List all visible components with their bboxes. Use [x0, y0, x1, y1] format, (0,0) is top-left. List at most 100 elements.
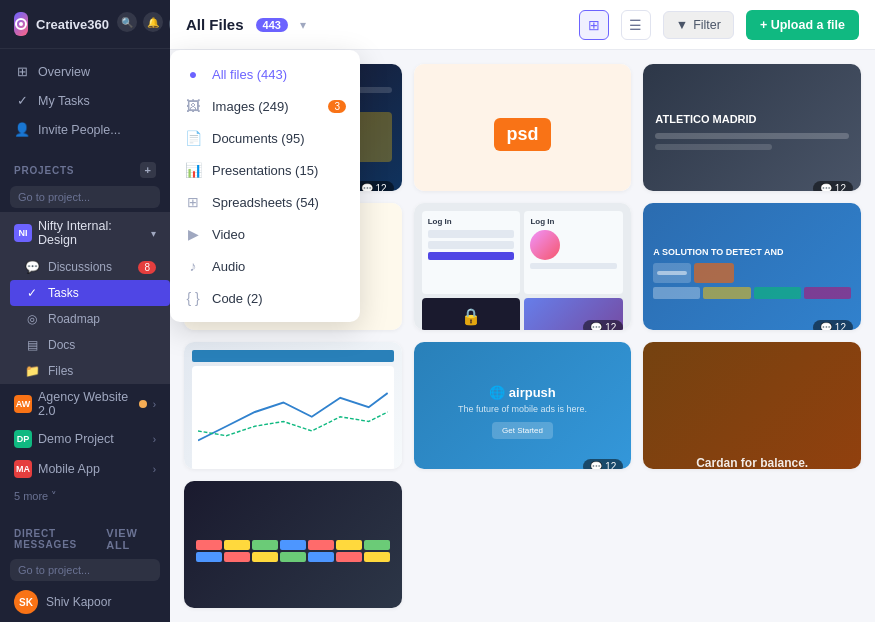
- file-card-ico-landing[interactable]: A SOLUTION TO DETECT AND 💬 12 ICO-Landin…: [643, 203, 861, 330]
- sidebar-header-icons: 🔍 🔔 U: [117, 12, 170, 36]
- dropdown-item-label: Audio: [212, 259, 245, 274]
- nifty-project-name: Nifty Internal: Design: [38, 219, 145, 247]
- sidebar-item-overview[interactable]: ⊞ Overview: [0, 57, 170, 86]
- video-icon: ▶: [184, 226, 202, 242]
- psd-icon: psd: [494, 118, 550, 151]
- sidebar-item-mobile-app[interactable]: MA Mobile App ›: [0, 454, 170, 484]
- nifty-project: NI Nifty Internal: Design ▾ 💬 Discussion…: [0, 212, 170, 384]
- nifty-project-avatar: NI: [14, 224, 32, 242]
- dropdown-item-presentations[interactable]: 📊 Presentations (15): [170, 154, 360, 186]
- sidebar-item-roadmap[interactable]: ◎ Roadmap: [10, 306, 170, 332]
- dropdown-item-images[interactable]: 🖼 Images (249) 3: [170, 90, 360, 122]
- sidebar-item-docs[interactable]: ▤ Docs: [10, 332, 170, 358]
- sidebar-item-label: Discussions: [48, 260, 112, 274]
- nifty-chevron-icon: ▾: [151, 228, 156, 239]
- dropdown-item-spreadsheets[interactable]: ⊞ Spreadsheets (54): [170, 186, 360, 218]
- filter-button[interactable]: ▼ Filter: [663, 11, 734, 39]
- list-view-button[interactable]: ☰: [621, 10, 651, 40]
- main-nav: ⊞ Overview ✓ My Tasks 👤 Invite People...: [0, 49, 170, 152]
- shiv-name: Shiv Kapoor: [46, 595, 111, 609]
- dropdown-item-label: Code (2): [212, 291, 263, 306]
- dropdown-item-video[interactable]: ▶ Video: [170, 218, 360, 250]
- sidebar-item-agency-website[interactable]: AW Agency Website 2.0 ›: [0, 384, 170, 424]
- sidebar-item-files[interactable]: 📁 Files: [10, 358, 170, 384]
- sidebar-item-demo-project[interactable]: DP Demo Project ›: [0, 424, 170, 454]
- docs-icon: ▤: [24, 338, 40, 352]
- dropdown-item-audio[interactable]: ♪ Audio: [170, 250, 360, 282]
- direct-messages-section: DIRECT MESSAGES View all SK Shiv Kapoor …: [0, 517, 170, 622]
- upload-button[interactable]: + Upload a file: [746, 10, 859, 40]
- sidebar-item-label: Overview: [38, 65, 90, 79]
- discussions-badge: 8: [138, 261, 156, 274]
- agency-project-name: Agency Website 2.0: [38, 390, 133, 418]
- files-icon: 📁: [24, 364, 40, 378]
- dropdown-item-label: Images (249): [212, 99, 289, 114]
- invite-icon: 👤: [14, 122, 30, 137]
- file-card-cardan[interactable]: Cardan for balance. Cardan for balance.: [643, 342, 861, 469]
- nifty-project-header[interactable]: NI Nifty Internal: Design ▾: [0, 212, 170, 254]
- dropdown-item-code[interactable]: { } Code (2): [170, 282, 360, 314]
- project-search-input[interactable]: [10, 186, 160, 208]
- view-all-dm[interactable]: View all: [106, 527, 156, 551]
- sidebar-item-discussions[interactable]: 💬 Discussions 8: [10, 254, 170, 280]
- project-search: [0, 182, 170, 212]
- shiv-avatar: SK: [14, 590, 38, 614]
- filter-label: Filter: [693, 18, 721, 32]
- file-card-ios-ux[interactable]: psd ios-ux-designs.psd Today by Sky C. •…: [414, 64, 632, 191]
- sidebar-header: Creative360 🔍 🔔 U: [0, 0, 170, 49]
- file-card-ads-onboarding[interactable]: 🌐 airpush The future of mobile ads is he…: [414, 342, 632, 469]
- file-card-ads-dashboard[interactable]: ads-dashboard-analytics.jpg Yesterday by…: [184, 342, 402, 469]
- sidebar-item-invite[interactable]: 👤 Invite People...: [0, 115, 170, 144]
- comment-count: 💬 12: [583, 320, 623, 330]
- show-more-projects[interactable]: 5 more ˅: [0, 484, 170, 509]
- sidebar-item-label: Invite People...: [38, 123, 121, 137]
- page-title: All Files: [186, 16, 244, 33]
- grid-view-button[interactable]: ⊞: [579, 10, 609, 40]
- dm-section-label: DIRECT MESSAGES View all: [0, 517, 170, 555]
- bell-icon[interactable]: 🔔: [143, 12, 163, 32]
- audio-icon: ♪: [184, 258, 202, 274]
- nifty-project-subnav: 💬 Discussions 8 ✓ Tasks ◎ Roadmap ▤ Docs…: [0, 254, 170, 384]
- documents-icon: 📄: [184, 130, 202, 146]
- roadmap-icon: ◎: [24, 312, 40, 326]
- mobile-project-avatar: MA: [14, 460, 32, 478]
- file-thumbnail: psd: [414, 64, 632, 191]
- file-thumbnail: Cardan for balance.: [643, 342, 861, 469]
- svg-point-1: [19, 22, 23, 26]
- agency-project-avatar: AW: [14, 395, 32, 413]
- overview-icon: ⊞: [14, 64, 30, 79]
- dropdown-item-documents[interactable]: 📄 Documents (95): [170, 122, 360, 154]
- comment-count: 💬 12: [813, 320, 853, 330]
- tasks-icon: ✓: [14, 93, 30, 108]
- mobile-project-name: Mobile App: [38, 462, 147, 476]
- app-name: Creative360: [36, 17, 109, 32]
- file-card-keyboard[interactable]: Insta-Mechanical-Keyboard.pdf: [184, 481, 402, 608]
- demo-project-name: Demo Project: [38, 432, 147, 446]
- sidebar-item-tasks[interactable]: ✓ Tasks: [10, 280, 170, 306]
- search-icon[interactable]: 🔍: [117, 12, 137, 32]
- add-project-button[interactable]: +: [140, 162, 156, 178]
- sidebar: Creative360 🔍 🔔 U ⊞ Overview ✓ My Tasks …: [0, 0, 170, 622]
- sidebar-item-my-tasks[interactable]: ✓ My Tasks: [0, 86, 170, 115]
- dropdown-item-label: All files (443): [212, 67, 287, 82]
- code-icon: { }: [184, 290, 202, 306]
- dropdown-item-label: Documents (95): [212, 131, 304, 146]
- title-dropdown-chevron-icon[interactable]: ▾: [300, 18, 306, 32]
- file-card-atletico[interactable]: ATLETICO MADRID 💬 12 atletico-madrid.ske…: [643, 64, 861, 191]
- dm-search: [0, 555, 170, 585]
- filter-icon: ▼: [676, 18, 688, 32]
- file-card-phantasm[interactable]: Log In Log In 🔒 💬 12: [414, 203, 632, 330]
- dm-item-shiv[interactable]: SK Shiv Kapoor: [0, 585, 170, 619]
- file-thumbnail: A SOLUTION TO DETECT AND 💬 12: [643, 203, 861, 330]
- sidebar-item-label: My Tasks: [38, 94, 90, 108]
- sidebar-item-label: Docs: [48, 338, 75, 352]
- dropdown-item-label: Spreadsheets (54): [212, 195, 319, 210]
- main-content: All Files 443 ▾ ⊞ ☰ ▼ Filter + Upload a …: [170, 0, 875, 622]
- spreadsheets-icon: ⊞: [184, 194, 202, 210]
- images-badge: 3: [328, 100, 346, 113]
- dm-search-input[interactable]: [10, 559, 160, 581]
- agency-project-badge: [139, 400, 147, 408]
- file-thumbnail: [184, 481, 402, 608]
- dropdown-item-all-files[interactable]: ● All files (443): [170, 58, 360, 90]
- demo-chevron-icon: ›: [153, 434, 156, 445]
